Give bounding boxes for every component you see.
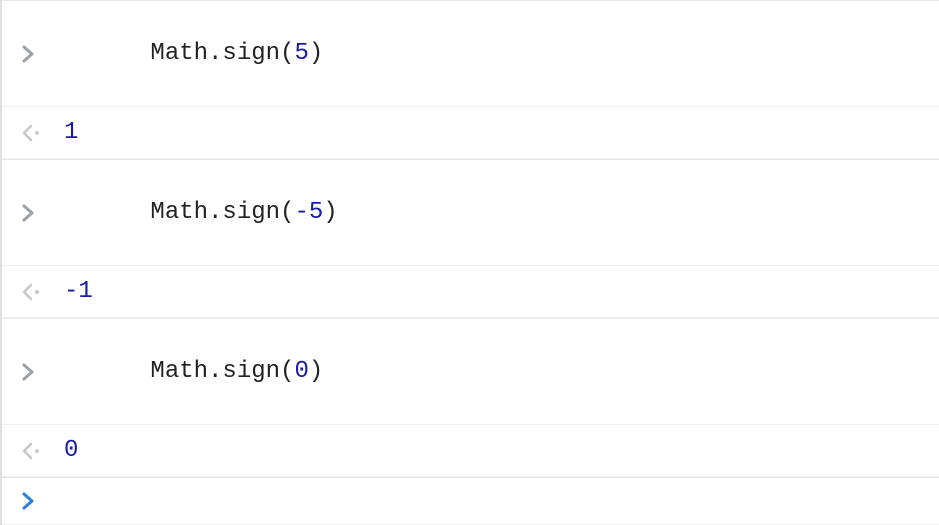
method-name: Math.sign xyxy=(150,358,280,385)
console-input-row[interactable]: Math.sign(-5) xyxy=(2,159,939,266)
argument: -5 xyxy=(294,199,323,226)
console-input-row[interactable]: Math.sign(5) xyxy=(2,0,939,107)
chevron-right-icon xyxy=(22,204,50,222)
open-paren: ( xyxy=(280,40,294,67)
return-arrow-icon xyxy=(22,124,50,142)
console-output-row: 1 xyxy=(2,107,939,159)
console-output-value: 0 xyxy=(64,437,78,464)
close-paren: ) xyxy=(309,40,323,67)
console-output-row: 0 xyxy=(2,425,939,477)
console-output-value: -1 xyxy=(64,278,93,305)
console-output-value: 1 xyxy=(64,119,78,146)
chevron-right-icon xyxy=(22,492,50,510)
close-paren: ) xyxy=(323,199,337,226)
chevron-right-icon xyxy=(22,363,50,381)
console-input-row[interactable]: Math.sign(0) xyxy=(2,318,939,425)
return-arrow-icon xyxy=(22,442,50,460)
developer-console: Math.sign(5) 1 Math.sign(-5) -1 Math.sig… xyxy=(2,0,939,525)
console-input-code: Math.sign(0) xyxy=(64,331,323,412)
argument: 5 xyxy=(294,40,308,67)
close-paren: ) xyxy=(309,358,323,385)
chevron-right-icon xyxy=(22,45,50,63)
argument: 0 xyxy=(294,358,308,385)
return-arrow-icon xyxy=(22,283,50,301)
console-input-code: Math.sign(-5) xyxy=(64,172,338,253)
open-paren: ( xyxy=(280,358,294,385)
console-prompt-row[interactable] xyxy=(2,477,939,525)
open-paren: ( xyxy=(280,199,294,226)
console-input-code: Math.sign(5) xyxy=(64,13,323,94)
console-output-row: -1 xyxy=(2,266,939,318)
method-name: Math.sign xyxy=(150,199,280,226)
method-name: Math.sign xyxy=(150,40,280,67)
